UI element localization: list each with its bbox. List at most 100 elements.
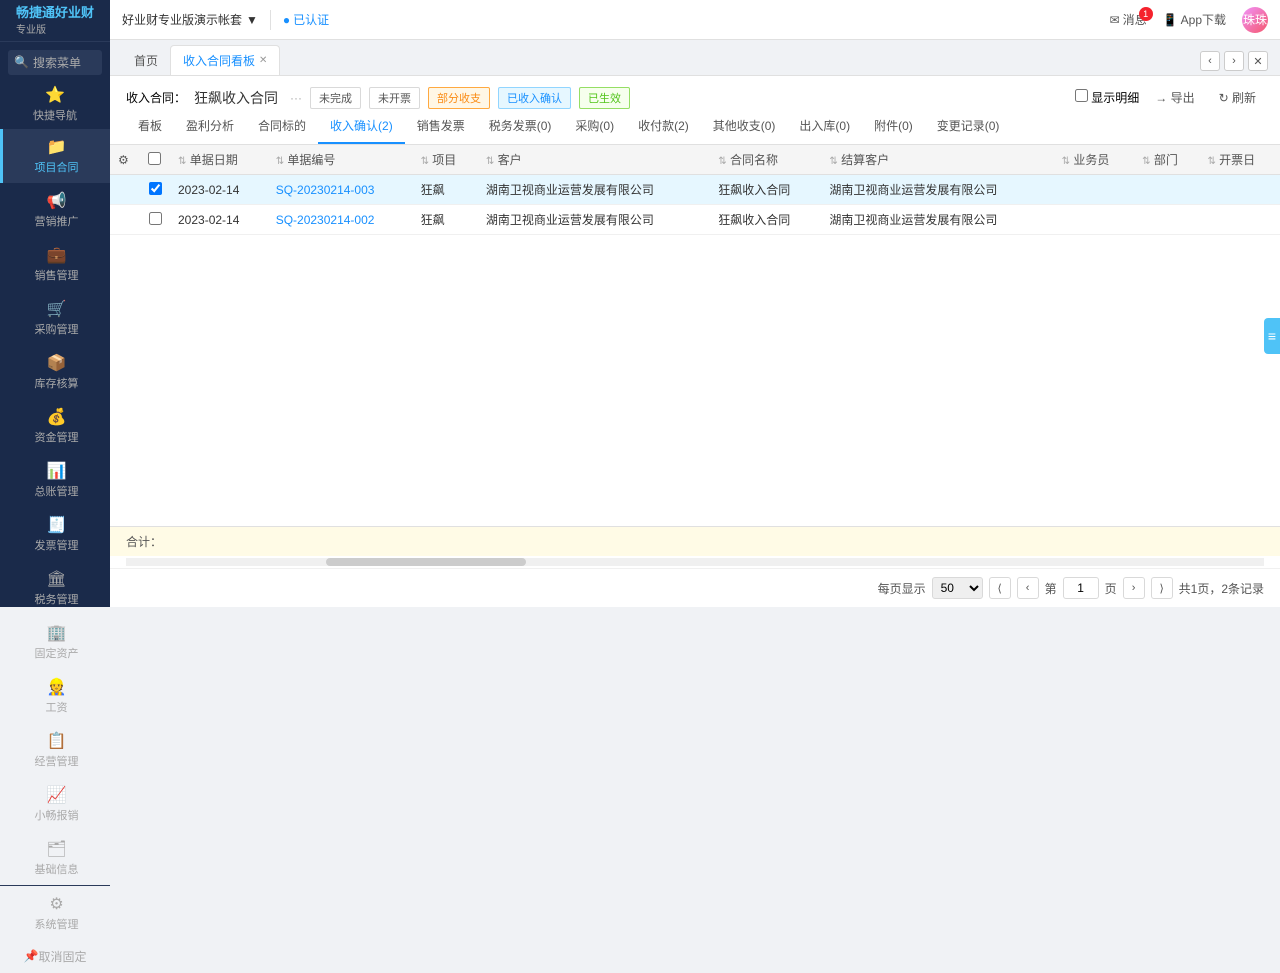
scrollbar-thumb[interactable]	[326, 558, 526, 566]
tab-payment[interactable]: 收付款(2)	[626, 109, 701, 144]
col-header-project[interactable]: ⇅ 项目	[413, 145, 478, 175]
select-all-checkbox[interactable]	[148, 152, 161, 165]
tab-prev-button[interactable]: ‹	[1200, 51, 1220, 71]
row-checkbox-1[interactable]	[149, 212, 162, 225]
col-header-number[interactable]: ⇅ 单据编号	[268, 145, 413, 175]
app-logo: 畅捷通好业财 专业版	[0, 0, 110, 42]
tab-attachment[interactable]: 附件(0)	[862, 109, 925, 144]
sort-bill-icon[interactable]: ⇅	[1207, 156, 1215, 167]
tab-income-confirm[interactable]: 收入确认(2)	[318, 109, 405, 144]
home-tab[interactable]: 首页	[122, 46, 170, 75]
refresh-button[interactable]: ↻ 刷新	[1211, 86, 1264, 109]
sidebar-item-salary[interactable]: 👷 工资	[0, 669, 110, 723]
prev-page-button[interactable]: ‹	[1017, 577, 1039, 599]
page-number-input[interactable]	[1063, 577, 1099, 599]
app-edition: 专业版	[16, 21, 94, 36]
table-row[interactable]: 2023-02-14 SQ-20230214-003 狂飙 湖南卫视商业运营发展…	[110, 175, 1280, 205]
col-header-bill-date[interactable]: ⇅ 开票日	[1199, 145, 1280, 175]
sort-project-icon[interactable]: ⇅	[421, 156, 429, 167]
row-check-0[interactable]	[140, 175, 170, 205]
tab-contract-subject[interactable]: 合同标的	[246, 109, 318, 144]
sidebar-item-fixed-assets[interactable]: 🏢 固定资产	[0, 615, 110, 669]
certified-check-icon: ●	[283, 13, 290, 27]
row-number-link-0[interactable]: SQ-20230214-003	[276, 183, 375, 197]
row-number-link-1[interactable]: SQ-20230214-002	[276, 213, 375, 227]
company-selector[interactable]: 好业财专业版演示帐套 ▼	[122, 11, 258, 28]
row-billdate-1	[1199, 205, 1280, 235]
tab-profit[interactable]: 盈利分析	[174, 109, 246, 144]
tab-other-income[interactable]: 其他收支(0)	[701, 109, 788, 144]
status-uninvoiced[interactable]: 未开票	[369, 87, 420, 109]
page-header-actions: 显示明细 → 导出 ↻ 刷新	[1075, 86, 1264, 109]
table-row[interactable]: 2023-02-14 SQ-20230214-002 狂飙 湖南卫视商业运营发展…	[110, 205, 1280, 235]
sort-number-icon[interactable]: ⇅	[276, 156, 284, 167]
sidebar-item-inventory[interactable]: 📦 库存核算	[0, 345, 110, 399]
scrollbar-track	[126, 558, 1264, 566]
show-detail-checkbox-label: 显示明细	[1075, 89, 1139, 106]
sidebar-item-basic-info[interactable]: 🗂 基础信息	[0, 831, 110, 885]
row-project-0: 狂飙	[413, 175, 478, 205]
sidebar-item-purchase[interactable]: 🛒 采购管理	[0, 291, 110, 345]
sidebar-item-operations[interactable]: 📋 经营管理	[0, 723, 110, 777]
message-action[interactable]: ✉ 消息 1	[1110, 11, 1147, 28]
sort-salesman-icon[interactable]: ⇅	[1062, 156, 1070, 167]
sidebar-item-marketing[interactable]: 📢 营销推广	[0, 183, 110, 237]
active-tab[interactable]: 收入合同看板 ✕	[170, 45, 280, 75]
sidebar-item-expense[interactable]: 📈 小畅报销	[0, 777, 110, 831]
col-header-settle-customer[interactable]: ⇅ 结算客户	[821, 145, 1053, 175]
page-size-select[interactable]: 50 100 200	[932, 577, 983, 599]
tab-tax-invoice[interactable]: 税务发票(0)	[477, 109, 564, 144]
tab-purchase[interactable]: 采购(0)	[563, 109, 626, 144]
col-header-check[interactable]	[140, 145, 170, 175]
tab-close-all-button[interactable]: ✕	[1248, 51, 1268, 71]
row-number-0[interactable]: SQ-20230214-003	[268, 175, 413, 205]
col-header-settings[interactable]: ⚙	[110, 145, 140, 175]
status-income-confirmed[interactable]: 已收入确认	[498, 87, 571, 109]
tab-kanban[interactable]: 看板	[126, 109, 174, 144]
export-button[interactable]: → 导出	[1147, 86, 1202, 109]
tab-change-log[interactable]: 变更记录(0)	[925, 109, 1012, 144]
sidebar-item-system[interactable]: ⚙ 系统管理	[0, 886, 110, 940]
more-button[interactable]: ···	[290, 91, 302, 105]
sort-contract-icon[interactable]: ⇅	[718, 156, 726, 167]
col-header-contract[interactable]: ⇅ 合同名称	[710, 145, 821, 175]
tab-next-button[interactable]: ›	[1224, 51, 1244, 71]
topbar-right-actions: ✉ 消息 1 📱 App下载 珠珠	[1110, 7, 1268, 33]
tab-sales-invoice[interactable]: 销售发票	[405, 109, 477, 144]
col-header-department[interactable]: ⇅ 部门	[1134, 145, 1199, 175]
purchase-label: 采购管理	[35, 321, 79, 337]
row-check-1[interactable]	[140, 205, 170, 235]
show-detail-checkbox[interactable]	[1075, 89, 1088, 102]
first-page-button[interactable]: ⟨	[989, 577, 1011, 599]
sort-date-icon[interactable]: ⇅	[178, 156, 186, 167]
sidebar-item-sales[interactable]: 💼 销售管理	[0, 237, 110, 291]
row-checkbox-0[interactable]	[149, 182, 162, 195]
app-download-action[interactable]: 📱 App下载	[1163, 11, 1226, 28]
last-page-button[interactable]: ⟩	[1151, 577, 1173, 599]
float-panel-button[interactable]: ≡	[1264, 318, 1280, 354]
col-header-customer[interactable]: ⇅ 客户	[478, 145, 710, 175]
tab-stock[interactable]: 出入库(0)	[787, 109, 862, 144]
sort-dept-icon[interactable]: ⇅	[1142, 156, 1150, 167]
col-header-salesman[interactable]: ⇅ 业务员	[1054, 145, 1134, 175]
unpin-button[interactable]: 📌 取消固定	[0, 940, 110, 973]
app-icon: 📱	[1163, 13, 1178, 27]
horizontal-scrollbar[interactable]	[110, 556, 1280, 568]
search-menu-button[interactable]: 🔍 搜索菜单	[8, 50, 102, 75]
sort-customer-icon[interactable]: ⇅	[486, 156, 494, 167]
row-number-1[interactable]: SQ-20230214-002	[268, 205, 413, 235]
col-header-date[interactable]: ⇅ 单据日期	[170, 145, 268, 175]
sidebar-item-tax[interactable]: 🏛 税务管理	[0, 561, 110, 615]
status-effective[interactable]: 已生效	[579, 87, 630, 109]
sidebar-item-invoice[interactable]: 🧾 发票管理	[0, 507, 110, 561]
sidebar-item-project-contract[interactable]: 📁 项目合同	[0, 129, 110, 183]
status-incomplete[interactable]: 未完成	[310, 87, 361, 109]
sidebar-item-quick-nav[interactable]: ⭐ 快捷导航	[0, 79, 110, 129]
sidebar-item-finance[interactable]: 💰 资金管理	[0, 399, 110, 453]
status-partial-payment[interactable]: 部分收支	[428, 87, 490, 109]
user-avatar[interactable]: 珠珠	[1242, 7, 1268, 33]
next-page-button[interactable]: ›	[1123, 577, 1145, 599]
sort-settle-icon[interactable]: ⇅	[829, 156, 837, 167]
sidebar-item-general-ledger[interactable]: 📊 总账管理	[0, 453, 110, 507]
tab-close-button[interactable]: ✕	[259, 55, 267, 66]
